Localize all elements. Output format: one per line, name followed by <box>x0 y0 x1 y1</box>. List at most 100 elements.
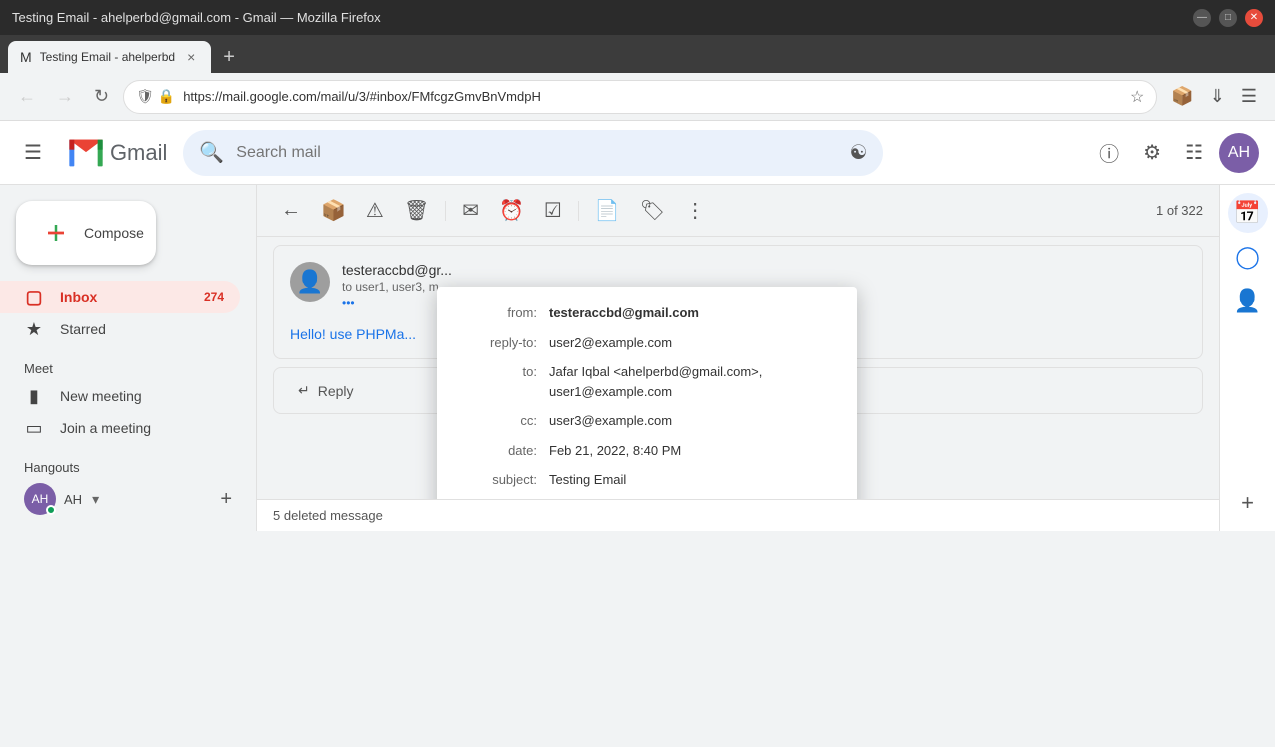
reload-button[interactable]: ↻ <box>88 80 115 113</box>
sidebar-item-join-meeting[interactable]: ▭ Join a meeting <box>0 412 240 444</box>
security-icon: 🛡 🔒 <box>136 88 175 105</box>
starred-icon: ★ <box>24 319 44 340</box>
new-meeting-label: New meeting <box>60 388 224 404</box>
bookmark-icon[interactable]: ☆ <box>1130 87 1144 107</box>
new-tab-button[interactable]: + <box>215 42 243 73</box>
main-content: Compose ▢ Inbox 274 ★ Starred Meet ▮ New… <box>0 185 1275 531</box>
mark-unread-button[interactable]: ✉ <box>454 190 487 231</box>
compose-button[interactable]: Compose <box>16 201 156 265</box>
bottom-bar: 5 deleted message <box>257 499 1219 531</box>
email-details-popup: from: testeraccbd@gmail.com reply-to: us… <box>437 287 857 499</box>
more-button[interactable]: ⋮ <box>677 190 713 231</box>
calendar-button[interactable]: 📅 <box>1228 193 1268 233</box>
toolbar-separator-1 <box>445 201 446 221</box>
label-button[interactable]: 🏷 <box>632 190 673 231</box>
cc-label: cc: <box>457 411 537 431</box>
gmail-header: ☰ Gmail 🔍 ☯ ⓘ ⚙ ☷ AH <box>0 121 1275 185</box>
detail-replyto-row: reply-to: user2@example.com <box>457 333 837 353</box>
gmail-logo: Gmail <box>66 133 167 173</box>
detail-subject-row: subject: Testing Email <box>457 470 837 490</box>
hangouts-section: Hangouts AH AH ▾ + <box>0 444 256 523</box>
replyto-label: reply-to: <box>457 333 537 353</box>
sidebar-item-new-meeting[interactable]: ▮ New meeting <box>0 380 240 412</box>
minimize-button[interactable]: — <box>1193 9 1211 27</box>
window-controls: — □ ✕ <box>1193 9 1263 27</box>
search-options-icon[interactable]: ☯ <box>849 140 867 165</box>
tasks-button[interactable]: ◯ <box>1228 237 1268 277</box>
from-value-text: testeraccbd@gmail.com <box>549 305 699 320</box>
email-area: ← 📦 ⚠ 🗑 ✉ ⏰ ☑ 📄 🏷 ⋮ 1 of 322 <box>256 185 1219 531</box>
avatar-icon: 👤 <box>296 269 323 295</box>
tab-bar: M Testing Email - ahelperbd × + <box>0 35 1275 73</box>
email-toolbar: ← 📦 ⚠ 🗑 ✉ ⏰ ☑ 📄 🏷 ⋮ 1 of 322 <box>257 185 1219 237</box>
browser-titlebar: Testing Email - ahelperbd@gmail.com - Gm… <box>0 0 1275 35</box>
hangouts-title: Hangouts <box>24 460 232 475</box>
inbox-label: Inbox <box>60 289 188 305</box>
archive-button[interactable]: 📦 <box>313 190 354 231</box>
date-value: Feb 21, 2022, 8:40 PM <box>549 441 837 461</box>
hangouts-initials: AH <box>32 492 49 506</box>
subject-value: Testing Email <box>549 470 837 490</box>
replyto-value: user2@example.com <box>549 333 837 353</box>
detail-date-row: date: Feb 21, 2022, 8:40 PM <box>457 441 837 461</box>
sender-avatar: 👤 <box>290 262 330 302</box>
back-button[interactable]: ← <box>12 80 42 113</box>
contacts-button[interactable]: 👤 <box>1228 281 1268 321</box>
to-value: Jafar Iqbal <ahelperbd@gmail.com>,user1@… <box>549 362 837 401</box>
url-input[interactable] <box>183 89 1122 104</box>
search-input[interactable] <box>236 144 837 162</box>
help-button[interactable]: ⓘ <box>1091 130 1127 175</box>
reply-button[interactable]: ↵ Reply <box>274 368 378 413</box>
to-label: to: <box>457 362 537 401</box>
apps-button[interactable]: ☷ <box>1177 132 1211 173</box>
tab-title: Testing Email - ahelperbd <box>40 50 175 64</box>
subject-label: subject: <box>457 470 537 490</box>
online-indicator <box>46 505 56 515</box>
back-to-inbox-button[interactable]: ← <box>273 191 309 230</box>
add-apps-button[interactable]: + <box>1228 483 1268 523</box>
video-icon: ▮ <box>24 386 44 407</box>
sidebar-item-starred[interactable]: ★ Starred <box>0 313 240 345</box>
toolbar-separator-2 <box>578 201 579 221</box>
gmail-logo-text: Gmail <box>110 140 167 166</box>
account-avatar[interactable]: AH <box>1219 133 1259 173</box>
compose-plus-icon <box>40 217 72 249</box>
download-button[interactable]: ⇓ <box>1204 80 1231 113</box>
menu-button[interactable]: ☰ <box>1235 80 1263 113</box>
maximize-button[interactable]: □ <box>1219 9 1237 27</box>
sidebar-item-inbox[interactable]: ▢ Inbox 274 <box>0 281 240 313</box>
starred-label: Starred <box>60 321 224 337</box>
from-value: testeraccbd@gmail.com <box>549 303 837 323</box>
move-button[interactable]: 📄 <box>587 190 628 231</box>
email-count: 1 of 322 <box>1156 203 1203 218</box>
cc-value: user3@example.com <box>549 411 837 431</box>
bookmarks-button[interactable]: 📦 <box>1165 80 1199 113</box>
hangouts-add-button[interactable]: + <box>220 488 232 511</box>
detail-to-row: to: Jafar Iqbal <ahelperbd@gmail.com>,us… <box>457 362 837 401</box>
hangouts-dropdown-icon[interactable]: ▾ <box>92 491 99 508</box>
keyboard-icon: ▭ <box>24 418 44 439</box>
spam-button[interactable]: ⚠ <box>358 190 392 231</box>
reply-label: Reply <box>318 383 354 399</box>
inbox-count: 274 <box>204 290 224 304</box>
sidebar: Compose ▢ Inbox 274 ★ Starred Meet ▮ New… <box>0 185 256 531</box>
active-tab[interactable]: M Testing Email - ahelperbd × <box>8 41 211 73</box>
search-bar[interactable]: 🔍 ☯ <box>183 130 883 176</box>
snooze-button[interactable]: ⏰ <box>491 190 532 231</box>
settings-button[interactable]: ⚙ <box>1135 132 1169 173</box>
search-icon: 🔍 <box>199 140 224 165</box>
url-bar[interactable]: 🛡 🔒 ☆ <box>123 80 1157 114</box>
close-button[interactable]: ✕ <box>1245 9 1263 27</box>
nav-bar: ← → ↻ 🛡 🔒 ☆ 📦 ⇓ ☰ <box>0 73 1275 121</box>
forward-button[interactable]: → <box>50 80 80 113</box>
detail-from-row: from: testeraccbd@gmail.com <box>457 303 837 323</box>
join-meeting-label: Join a meeting <box>60 420 224 436</box>
delete-button[interactable]: 🗑 <box>396 190 437 231</box>
reply-icon: ↵ <box>298 382 310 399</box>
task-button[interactable]: ☑ <box>536 190 570 231</box>
detail-cc-row: cc: user3@example.com <box>457 411 837 431</box>
titlebar-title: Testing Email - ahelperbd@gmail.com - Gm… <box>12 10 381 25</box>
sender-name: testeraccbd@gr... <box>342 262 1186 278</box>
hamburger-menu[interactable]: ☰ <box>16 132 50 173</box>
tab-close-button[interactable]: × <box>183 47 199 67</box>
